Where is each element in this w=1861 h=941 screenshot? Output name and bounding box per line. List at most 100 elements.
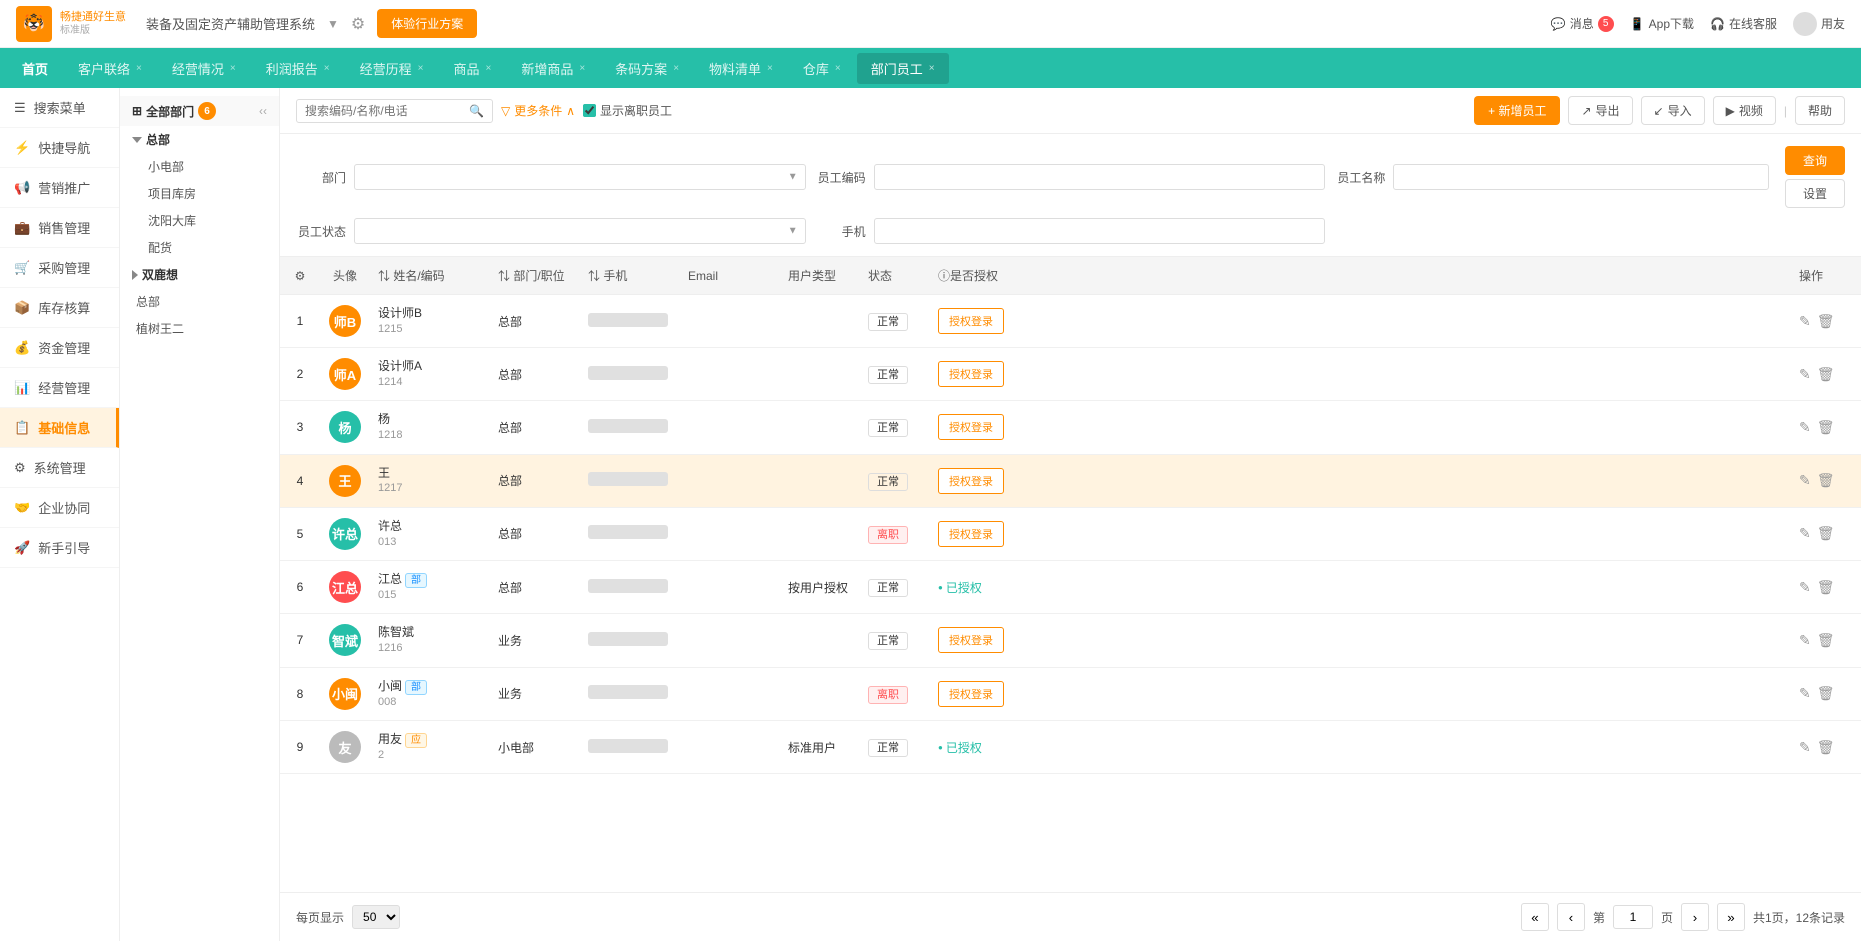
auth-login-btn[interactable]: 授权登录 (938, 521, 1004, 547)
delete-icon[interactable]: 🗑 (1817, 739, 1835, 756)
sidebar-item-inventory[interactable]: 📦 库存核算 (0, 288, 119, 328)
first-page-btn[interactable]: « (1521, 903, 1549, 931)
sidebar-item-search-menu[interactable]: ☰ 搜索菜单 (0, 88, 119, 128)
close-icon[interactable]: × (767, 63, 773, 74)
edit-icon[interactable]: ✎ (1799, 366, 1811, 383)
export-btn[interactable]: ↗ 导出 (1568, 96, 1632, 125)
show-resigned-checkbox-label[interactable]: 显示离职员工 (583, 102, 672, 119)
sidebar-item-system[interactable]: ⚙ 系统管理 (0, 448, 119, 488)
th-phone[interactable]: ⇅ 手机 (580, 257, 680, 295)
tab-product[interactable]: 商品 × (439, 53, 505, 84)
auth-login-btn[interactable]: 授权登录 (938, 681, 1004, 707)
edit-icon[interactable]: ✎ (1799, 472, 1811, 489)
set-btn[interactable]: 设置 (1785, 179, 1845, 208)
edit-icon[interactable]: ✎ (1799, 632, 1811, 649)
delete-icon[interactable]: 🗑 (1817, 525, 1835, 542)
delete-icon[interactable]: 🗑 (1817, 472, 1835, 489)
dept-tree-zhishuwang[interactable]: 植树王二 (120, 315, 279, 342)
dept-tree-group-shuangluxiang[interactable]: 双鹿想 (120, 261, 279, 288)
tab-home[interactable]: 首页 (8, 53, 62, 84)
th-name[interactable]: ⇅ 姓名/编码 (370, 257, 490, 295)
auth-login-btn[interactable]: 授权登录 (938, 308, 1004, 334)
sidebar-item-corp[interactable]: 🤝 企业协同 (0, 488, 119, 528)
help-btn[interactable]: 帮助 (1795, 96, 1845, 125)
close-icon[interactable]: × (324, 63, 330, 74)
dept-tree-project-room[interactable]: 项目库房 (120, 180, 279, 207)
auth-login-btn[interactable]: 授权登录 (938, 361, 1004, 387)
show-resigned-checkbox[interactable] (583, 104, 596, 117)
page-number-input[interactable] (1613, 905, 1653, 929)
sidebar-item-finance[interactable]: 💰 资金管理 (0, 328, 119, 368)
th-dept[interactable]: ⇅ 部门/职位 (490, 257, 580, 295)
delete-icon[interactable]: 🗑 (1817, 419, 1835, 436)
edit-icon[interactable]: ✎ (1799, 685, 1811, 702)
dept-tree-shenyang[interactable]: 沈阳大库 (120, 207, 279, 234)
tab-operation[interactable]: 经营情况 × (158, 53, 250, 84)
sidebar-item-sales[interactable]: 💼 销售管理 (0, 208, 119, 248)
delete-icon[interactable]: 🗑 (1817, 632, 1835, 649)
close-icon[interactable]: × (835, 63, 841, 74)
app-download-btn[interactable]: 📱 App下载 (1630, 15, 1694, 32)
edit-icon[interactable]: ✎ (1799, 739, 1811, 756)
close-icon[interactable]: × (230, 63, 236, 74)
emp-name-input[interactable] (1393, 164, 1769, 190)
dept-tree-delivery[interactable]: 配货 (120, 234, 279, 261)
dept-select[interactable] (354, 164, 806, 190)
edit-icon[interactable]: ✎ (1799, 419, 1811, 436)
sidebar-item-basic-info[interactable]: 📋 基础信息 (0, 408, 119, 448)
close-icon[interactable]: × (579, 63, 585, 74)
edit-icon[interactable]: ✎ (1799, 579, 1811, 596)
close-icon[interactable]: × (929, 63, 935, 74)
auth-login-btn[interactable]: 授权登录 (938, 414, 1004, 440)
tab-customer[interactable]: 客户联络 × (64, 53, 156, 84)
sidebar-item-guide[interactable]: 🚀 新手引导 (0, 528, 119, 568)
online-service-btn[interactable]: 🎧 在线客服 (1710, 15, 1777, 32)
auth-login-btn[interactable]: 授权登录 (938, 468, 1004, 494)
tab-barcode[interactable]: 条码方案 × (601, 53, 693, 84)
sidebar-item-marketing[interactable]: 📢 营销推广 (0, 168, 119, 208)
settings-col-icon[interactable]: ⚙ (295, 269, 306, 283)
more-filter-btn[interactable]: ▽ 更多条件 ∧ (501, 102, 575, 119)
emp-code-input[interactable] (874, 164, 1326, 190)
phone-input[interactable] (874, 218, 1326, 244)
try-industry-button[interactable]: 体验行业方案 (377, 9, 477, 38)
page-size-select[interactable]: 50 (352, 905, 400, 929)
tab-bom[interactable]: 物料清单 × (695, 53, 787, 84)
tab-history[interactable]: 经营历程 × (346, 53, 438, 84)
last-page-btn[interactable]: » (1717, 903, 1745, 931)
delete-icon[interactable]: 🗑 (1817, 579, 1835, 596)
dept-tree-zongbu2[interactable]: 总部 (120, 288, 279, 315)
collapse-btn[interactable]: ‹‹ (259, 104, 267, 118)
dropdown-icon[interactable]: ▼ (327, 17, 339, 31)
close-icon[interactable]: × (136, 63, 142, 74)
sidebar-item-operation[interactable]: 📊 经营管理 (0, 368, 119, 408)
user-btn[interactable]: 用友 (1793, 12, 1845, 36)
prev-page-btn[interactable]: ‹ (1557, 903, 1585, 931)
delete-icon[interactable]: 🗑 (1817, 685, 1835, 702)
close-icon[interactable]: × (673, 63, 679, 74)
query-btn[interactable]: 查询 (1785, 146, 1845, 175)
close-icon[interactable]: × (418, 63, 424, 74)
delete-icon[interactable]: 🗑 (1817, 313, 1835, 330)
dept-tree-group-zongbu[interactable]: 总部 (120, 126, 279, 153)
close-icon[interactable]: × (485, 63, 491, 74)
tab-warehouse[interactable]: 仓库 × (789, 53, 855, 84)
edit-icon[interactable]: ✎ (1799, 525, 1811, 542)
emp-status-select[interactable] (354, 218, 806, 244)
delete-icon[interactable]: 🗑 (1817, 366, 1835, 383)
dept-tree-xiaodiaobu[interactable]: 小电部 (120, 153, 279, 180)
tab-profit[interactable]: 利润报告 × (252, 53, 344, 84)
sidebar-item-quick-nav[interactable]: ⚡ 快捷导航 (0, 128, 119, 168)
auth-login-btn[interactable]: 授权登录 (938, 627, 1004, 653)
sidebar-item-purchase[interactable]: 🛒 采购管理 (0, 248, 119, 288)
import-btn[interactable]: ↙ 导入 (1641, 96, 1705, 125)
tab-department[interactable]: 部门员工 × (857, 53, 949, 84)
edit-icon[interactable]: ✎ (1799, 313, 1811, 330)
auth-info-icon[interactable]: ⓘ (938, 269, 950, 283)
view-btn[interactable]: ▶ 视频 (1713, 96, 1776, 125)
message-btn[interactable]: 💬 消息 5 (1551, 15, 1614, 32)
search-input[interactable] (305, 104, 465, 118)
settings-icon[interactable]: ⚙ (351, 14, 365, 34)
next-page-btn[interactable]: › (1681, 903, 1709, 931)
add-employee-btn[interactable]: + 新增员工 (1474, 96, 1560, 125)
